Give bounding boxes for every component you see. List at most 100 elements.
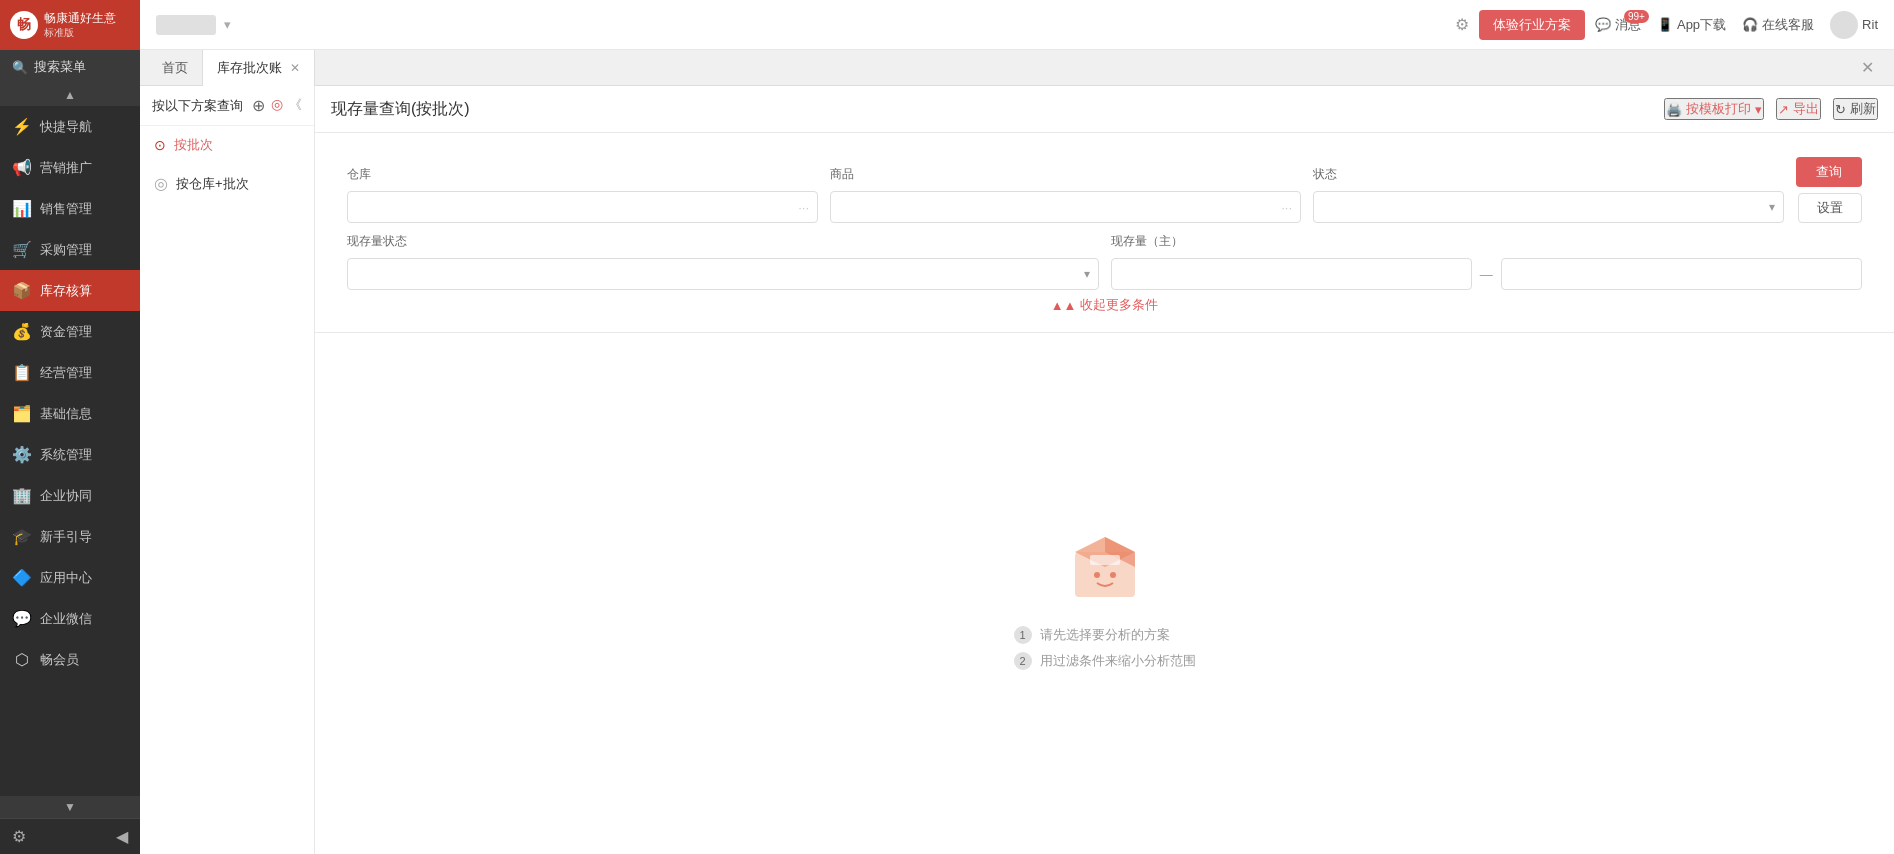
status-chevron-icon: ▾ <box>1769 200 1775 214</box>
print-btn[interactable]: 🖨️ 按模板打印 ▾ <box>1664 98 1764 120</box>
svg-point-5 <box>1110 572 1116 578</box>
sidebar-item-basic[interactable]: 🗂️ 基础信息 <box>0 393 140 434</box>
sidebar-item-operation[interactable]: 📋 经营管理 <box>0 352 140 393</box>
print-icon: 🖨️ <box>1666 102 1682 117</box>
product-dots: ··· <box>1281 200 1292 215</box>
sidebar-item-finance[interactable]: 💰 资金管理 <box>0 311 140 352</box>
product-field: 商品 ··· <box>830 166 1301 223</box>
stock-qty-min-input[interactable] <box>1111 258 1472 290</box>
scheme-inactive-icon: ◎ <box>154 174 168 193</box>
sidebar-item-marketing[interactable]: 📢 营销推广 <box>0 147 140 188</box>
refresh-icon: ↻ <box>1835 102 1846 117</box>
app-download-btn[interactable]: 📱 App下载 <box>1657 16 1726 34</box>
empty-tip-1: 1 请先选择要分析的方案 <box>1014 626 1196 644</box>
tab-panel-close-icon[interactable]: ✕ <box>1849 58 1886 77</box>
export-btn[interactable]: ↗ 导出 <box>1776 98 1821 120</box>
appcenter-icon: 🔷 <box>12 568 32 587</box>
sidebar-search[interactable]: 🔍 搜索菜单 <box>0 50 140 84</box>
stock-qty-label: 现存量（主） <box>1111 233 1863 250</box>
page-header: 现存量查询(按批次) 🖨️ 按模板打印 ▾ ↗ 导出 ↻ 刷新 <box>315 86 1894 133</box>
warehouse-dots: ··· <box>798 200 809 215</box>
warehouse-input[interactable]: ··· <box>347 191 818 223</box>
trial-btn[interactable]: 体验行业方案 <box>1479 10 1585 40</box>
collapse-up-icon: ▲▲ <box>1051 298 1077 313</box>
empty-tips: 1 请先选择要分析的方案 2 用过滤条件来缩小分析范围 <box>1014 626 1196 670</box>
sidebar-item-wechat[interactable]: 💬 企业微信 <box>0 598 140 639</box>
stock-qty-field: 现存量（主） — <box>1111 233 1863 290</box>
app-title: 畅康通好生意 标准版 <box>44 11 116 40</box>
stock-qty-dash: — <box>1476 267 1497 282</box>
marketing-icon: 📢 <box>12 158 32 177</box>
scheme-item-by-warehouse-batch[interactable]: ◎ 按仓库+批次 <box>140 164 314 203</box>
collapse-bar[interactable]: ▲▲ 收起更多条件 <box>331 290 1878 320</box>
refresh-btn[interactable]: ↻ 刷新 <box>1833 98 1878 120</box>
sidebar-item-member[interactable]: ⬡ 畅会员 <box>0 639 140 680</box>
filter-fields-row2: 现存量状态 ▾ 现存量（主） <box>331 223 1878 290</box>
enterprise-icon: 🏢 <box>12 486 32 505</box>
stock-status-label: 现存量状态 <box>347 233 1099 250</box>
search-icon: 🔍 <box>12 60 28 75</box>
sidebar-item-inventory[interactable]: 📦 库存核算 <box>0 270 140 311</box>
sidebar-scroll-down[interactable]: ▼ <box>0 796 140 818</box>
scheme-add-btn[interactable]: ⊕ <box>252 96 265 115</box>
settings-button[interactable]: 设置 <box>1798 193 1862 223</box>
filter-top-row: 仓库 ··· 商品 ··· <box>331 145 1878 290</box>
scheme-collapse-icon[interactable]: 《 <box>289 96 302 115</box>
svg-point-4 <box>1094 572 1100 578</box>
scheme-active-icon: ⊙ <box>154 137 166 153</box>
status-select[interactable]: ▾ <box>1313 191 1784 223</box>
product-label: 商品 <box>830 166 1301 183</box>
stock-qty-max-input[interactable] <box>1501 258 1862 290</box>
online-service-btn[interactable]: 🎧 在线客服 <box>1742 16 1814 34</box>
message-badge: 99+ <box>1624 10 1649 23</box>
tab-home[interactable]: 首页 <box>148 50 203 86</box>
tab-close-icon[interactable]: ✕ <box>290 61 300 75</box>
sidebar-scroll-up[interactable]: ▲ <box>0 84 140 106</box>
scheme-item-by-batch[interactable]: ⊙ 按批次 <box>140 126 314 164</box>
filter-fields-row1: 仓库 ··· 商品 ··· <box>331 145 1878 223</box>
empty-box-svg <box>1060 517 1150 607</box>
sidebar-item-quicknav[interactable]: ⚡ 快捷导航 <box>0 106 140 147</box>
settings-icon[interactable]: ⚙ <box>12 827 26 846</box>
scheme-target-icon[interactable]: ◎ <box>271 96 283 115</box>
export-icon: ↗ <box>1778 102 1789 117</box>
status-field: 状态 ▾ <box>1313 166 1784 223</box>
page-title: 现存量查询(按批次) <box>331 99 470 120</box>
sidebar-item-purchase[interactable]: 🛒 采购管理 <box>0 229 140 270</box>
stock-status-select[interactable]: ▾ <box>347 258 1099 290</box>
basic-icon: 🗂️ <box>12 404 32 423</box>
collapse-icon[interactable]: ◀ <box>116 827 128 846</box>
tab-batch-account[interactable]: 库存批次账 ✕ <box>203 50 315 86</box>
query-button[interactable]: 查询 <box>1796 157 1862 187</box>
finance-icon: 💰 <box>12 322 32 341</box>
svg-rect-3 <box>1090 555 1120 565</box>
scheme-panel: 按以下方案查询 ⊕ ◎ 《 ⊙ 按批次 ◎ 按仓库+批次 <box>140 86 315 854</box>
page-content: 按以下方案查询 ⊕ ◎ 《 ⊙ 按批次 ◎ 按仓库+批次 现存量查询(按批次) <box>140 86 1894 854</box>
filter-action-area: 查询 设置 <box>1796 157 1862 223</box>
sidebar-item-enterprise[interactable]: 🏢 企业协同 <box>0 475 140 516</box>
sidebar-item-sales[interactable]: 📊 销售管理 <box>0 188 140 229</box>
stock-status-field: 现存量状态 ▾ <box>347 233 1099 290</box>
breadcrumb: ▾ <box>156 15 1445 35</box>
sidebar-nav: ⚡ 快捷导航 📢 营销推广 📊 销售管理 🛒 采购管理 📦 库存核算 💰 资金管… <box>0 106 140 796</box>
sidebar-item-newbie[interactable]: 🎓 新手引导 <box>0 516 140 557</box>
warehouse-field: 仓库 ··· <box>347 166 818 223</box>
messages-btn[interactable]: 💬 消息 99+ <box>1595 16 1641 34</box>
stock-status-chevron-icon: ▾ <box>1084 267 1090 281</box>
wechat-icon: 💬 <box>12 609 32 628</box>
topbar-right: 💬 消息 99+ 📱 App下载 🎧 在线客服 Rit <box>1595 11 1878 39</box>
topbar: ▾ ⚙ 体验行业方案 💬 消息 99+ 📱 App下载 🎧 在线客服 Rit <box>140 0 1894 50</box>
sidebar-footer: ⚙ ◀ <box>0 818 140 854</box>
product-input[interactable]: ··· <box>830 191 1301 223</box>
sidebar-item-system[interactable]: ⚙️ 系统管理 <box>0 434 140 475</box>
user-avatar-btn[interactable]: Rit <box>1830 11 1878 39</box>
avatar <box>1830 11 1858 39</box>
sidebar-item-appcenter[interactable]: 🔷 应用中心 <box>0 557 140 598</box>
operation-icon: 📋 <box>12 363 32 382</box>
member-icon: ⬡ <box>12 650 32 669</box>
warehouse-label: 仓库 <box>347 166 818 183</box>
system-icon: ⚙️ <box>12 445 32 464</box>
filter-main: 仓库 ··· 商品 ··· <box>331 145 1878 290</box>
print-chevron-icon: ▾ <box>1755 102 1762 117</box>
topbar-settings-icon[interactable]: ⚙ <box>1455 15 1469 34</box>
